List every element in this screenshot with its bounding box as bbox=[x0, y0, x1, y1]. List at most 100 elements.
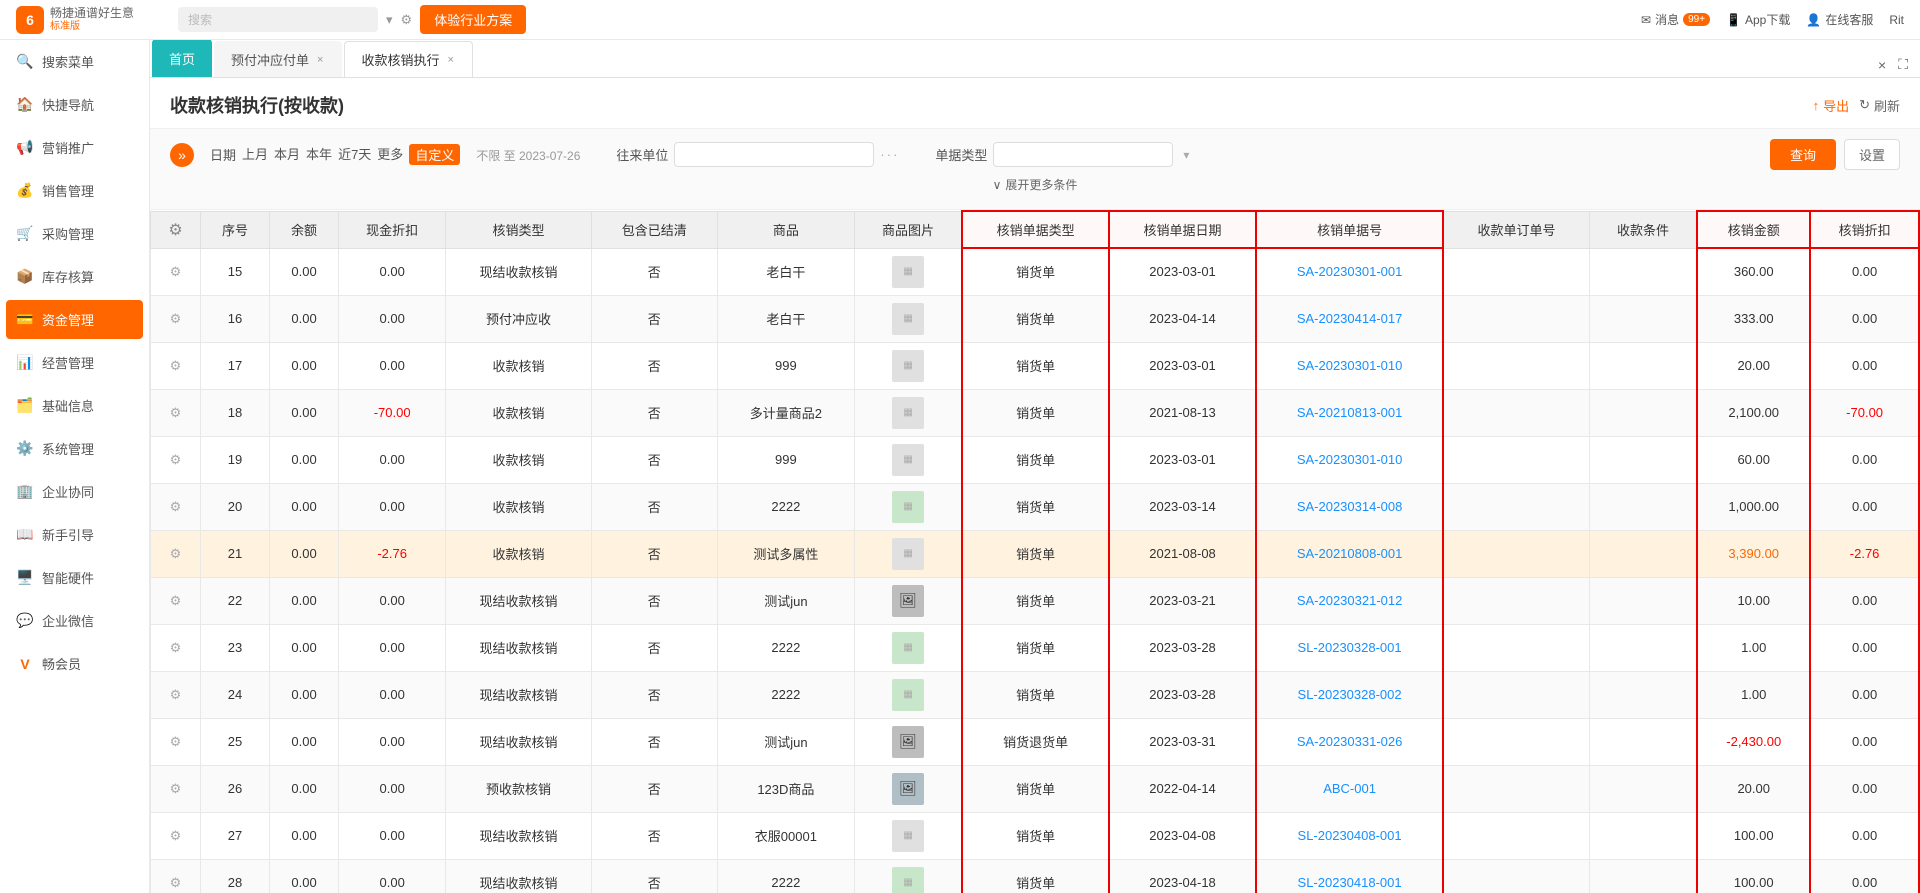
tab-prepay[interactable]: 预付冲应付单 × bbox=[214, 41, 342, 77]
sidebar-item-marketing[interactable]: 📢 营销推广 bbox=[0, 126, 149, 169]
row-gear-icon[interactable]: ⚙ bbox=[170, 734, 182, 749]
gear-icon[interactable]: ⚙ bbox=[168, 222, 182, 239]
sidebar-item-inventory[interactable]: 📦 库存核算 bbox=[0, 255, 149, 298]
row-gear-icon[interactable]: ⚙ bbox=[170, 687, 182, 702]
query-button[interactable]: 查询 bbox=[1770, 139, 1836, 170]
sidebar-item-basics[interactable]: 🗂️ 基础信息 bbox=[0, 384, 149, 427]
voucher-dropdown-icon[interactable]: ▾ bbox=[1183, 148, 1189, 162]
bill-no-link[interactable]: SA-20230321-012 bbox=[1297, 593, 1403, 608]
cell-gear[interactable]: ⚙ bbox=[151, 577, 201, 624]
bill-no-link[interactable]: SA-20230331-026 bbox=[1297, 734, 1403, 749]
cell-gear[interactable]: ⚙ bbox=[151, 530, 201, 577]
cell-verify-bill-no[interactable]: SL-20230408-001 bbox=[1256, 812, 1443, 859]
cell-verify-bill-no[interactable]: SA-20230314-008 bbox=[1256, 483, 1443, 530]
date-more[interactable]: 更多 bbox=[377, 144, 403, 165]
online-service-button[interactable]: 👤 在线客服 bbox=[1806, 11, 1873, 28]
cell-gear[interactable]: ⚙ bbox=[151, 624, 201, 671]
settings-icon[interactable]: ⚙ bbox=[401, 12, 413, 28]
cell-verify-bill-no[interactable]: SA-20210808-001 bbox=[1256, 530, 1443, 577]
cell-verify-bill-no[interactable]: SA-20230331-026 bbox=[1256, 718, 1443, 765]
message-button[interactable]: ✉ 消息 99+ bbox=[1641, 11, 1710, 28]
cell-gear[interactable]: ⚙ bbox=[151, 248, 201, 295]
cell-gear[interactable]: ⚙ bbox=[151, 718, 201, 765]
expand-more-button[interactable]: ∨ 展开更多条件 bbox=[993, 176, 1078, 193]
bill-no-link[interactable]: SA-20230301-010 bbox=[1297, 358, 1403, 373]
row-gear-icon[interactable]: ⚙ bbox=[170, 452, 182, 467]
cell-verify-bill-no[interactable]: SA-20230301-010 bbox=[1256, 436, 1443, 483]
sidebar-item-system[interactable]: ⚙️ 系统管理 bbox=[0, 427, 149, 470]
tab-maximize-btn[interactable]: ⛶ bbox=[1894, 52, 1912, 77]
row-gear-icon[interactable]: ⚙ bbox=[170, 358, 182, 373]
bill-no-link[interactable]: SA-20230301-010 bbox=[1297, 452, 1403, 467]
cell-gear[interactable]: ⚙ bbox=[151, 436, 201, 483]
bill-no-link[interactable]: SA-20210808-001 bbox=[1297, 546, 1403, 561]
app-download-button[interactable]: 📱 App下载 bbox=[1726, 11, 1790, 28]
search-input[interactable]: 搜索 bbox=[178, 7, 378, 32]
bill-no-link[interactable]: SL-20230328-001 bbox=[1298, 640, 1402, 655]
bill-no-link[interactable]: SA-20230414-017 bbox=[1297, 311, 1403, 326]
filter-expand-button[interactable]: » bbox=[170, 143, 194, 167]
tab-prepay-close[interactable]: × bbox=[315, 52, 325, 68]
row-gear-icon[interactable]: ⚙ bbox=[170, 781, 182, 796]
tab-verify-close[interactable]: × bbox=[445, 52, 455, 68]
bill-no-link[interactable]: SA-20230314-008 bbox=[1297, 499, 1403, 514]
row-gear-icon[interactable]: ⚙ bbox=[170, 264, 182, 279]
setting-button[interactable]: 设置 bbox=[1844, 139, 1900, 170]
bill-no-link[interactable]: SA-20230301-001 bbox=[1297, 264, 1403, 279]
sidebar-item-member[interactable]: V 畅会员 bbox=[0, 642, 149, 685]
cell-verify-bill-no[interactable]: SA-20230301-010 bbox=[1256, 342, 1443, 389]
bill-no-link[interactable]: SA-20210813-001 bbox=[1297, 405, 1403, 420]
cell-verify-bill-no[interactable]: SL-20230328-001 bbox=[1256, 624, 1443, 671]
user-area[interactable]: Rit bbox=[1889, 13, 1904, 27]
row-gear-icon[interactable]: ⚙ bbox=[170, 828, 182, 843]
col-gear[interactable]: ⚙ bbox=[151, 211, 201, 248]
sidebar-item-wechat[interactable]: 💬 企业微信 bbox=[0, 599, 149, 642]
voucher-type-input[interactable] bbox=[993, 142, 1173, 167]
sidebar-item-hardware[interactable]: 🖥️ 智能硬件 bbox=[0, 556, 149, 599]
export-button[interactable]: ↑ 导出 bbox=[1813, 96, 1850, 115]
cell-verify-bill-no[interactable]: SA-20230301-001 bbox=[1256, 248, 1443, 295]
cell-gear[interactable]: ⚙ bbox=[151, 812, 201, 859]
cell-verify-bill-no[interactable]: SA-20210813-001 bbox=[1256, 389, 1443, 436]
counterparty-dots[interactable]: ··· bbox=[880, 147, 899, 162]
solution-button[interactable]: 体验行业方案 bbox=[420, 5, 526, 34]
cell-verify-bill-no[interactable]: SA-20230414-017 bbox=[1256, 295, 1443, 342]
row-gear-icon[interactable]: ⚙ bbox=[170, 593, 182, 608]
bill-no-link[interactable]: SL-20230328-002 bbox=[1298, 687, 1402, 702]
cell-verify-bill-no[interactable]: SL-20230328-002 bbox=[1256, 671, 1443, 718]
bill-no-link[interactable]: ABC-001 bbox=[1323, 781, 1376, 796]
row-gear-icon[interactable]: ⚙ bbox=[170, 405, 182, 420]
cell-verify-bill-no[interactable]: SL-20230418-001 bbox=[1256, 859, 1443, 893]
row-gear-icon[interactable]: ⚙ bbox=[170, 311, 182, 326]
sidebar-item-purchase[interactable]: 🛒 采购管理 bbox=[0, 212, 149, 255]
tab-close-window-btn[interactable]: × bbox=[1874, 53, 1890, 77]
cell-gear[interactable]: ⚙ bbox=[151, 342, 201, 389]
cell-gear[interactable]: ⚙ bbox=[151, 295, 201, 342]
cell-gear[interactable]: ⚙ bbox=[151, 389, 201, 436]
date-this-year[interactable]: 本年 bbox=[306, 144, 332, 165]
table-wrapper[interactable]: ⚙ 序号 余额 现金折扣 核销类型 包含已结清 商品 商品图片 核销单据类型 核… bbox=[150, 210, 1920, 893]
cell-gear[interactable]: ⚙ bbox=[151, 859, 201, 893]
bill-no-link[interactable]: SL-20230408-001 bbox=[1298, 828, 1402, 843]
sidebar-item-guide[interactable]: 📖 新手引导 bbox=[0, 513, 149, 556]
counterparty-input[interactable] bbox=[674, 142, 874, 167]
bill-no-link[interactable]: SL-20230418-001 bbox=[1298, 875, 1402, 890]
refresh-button[interactable]: ↻ 刷新 bbox=[1859, 96, 1900, 115]
cell-verify-bill-no[interactable]: SA-20230321-012 bbox=[1256, 577, 1443, 624]
sidebar-item-quicknav[interactable]: 🏠 快捷导航 bbox=[0, 83, 149, 126]
cell-gear[interactable]: ⚙ bbox=[151, 671, 201, 718]
tab-verify[interactable]: 收款核销执行 × bbox=[344, 41, 472, 77]
dropdown-icon[interactable]: ▾ bbox=[386, 12, 393, 28]
sidebar-item-enterprise[interactable]: 🏢 企业协同 bbox=[0, 470, 149, 513]
row-gear-icon[interactable]: ⚙ bbox=[170, 499, 182, 514]
tab-home[interactable]: 首页 bbox=[152, 40, 212, 77]
date-last-month[interactable]: 上月 bbox=[242, 144, 268, 165]
cell-gear[interactable]: ⚙ bbox=[151, 483, 201, 530]
row-gear-icon[interactable]: ⚙ bbox=[170, 640, 182, 655]
sidebar-item-finance[interactable]: 💳 资金管理 bbox=[6, 300, 143, 339]
row-gear-icon[interactable]: ⚙ bbox=[170, 546, 182, 561]
date-this-month[interactable]: 本月 bbox=[274, 144, 300, 165]
sidebar-item-operations[interactable]: 📊 经营管理 bbox=[0, 341, 149, 384]
sidebar-item-search[interactable]: 🔍 搜索菜单 bbox=[0, 40, 149, 83]
cell-verify-bill-no[interactable]: ABC-001 bbox=[1256, 765, 1443, 812]
